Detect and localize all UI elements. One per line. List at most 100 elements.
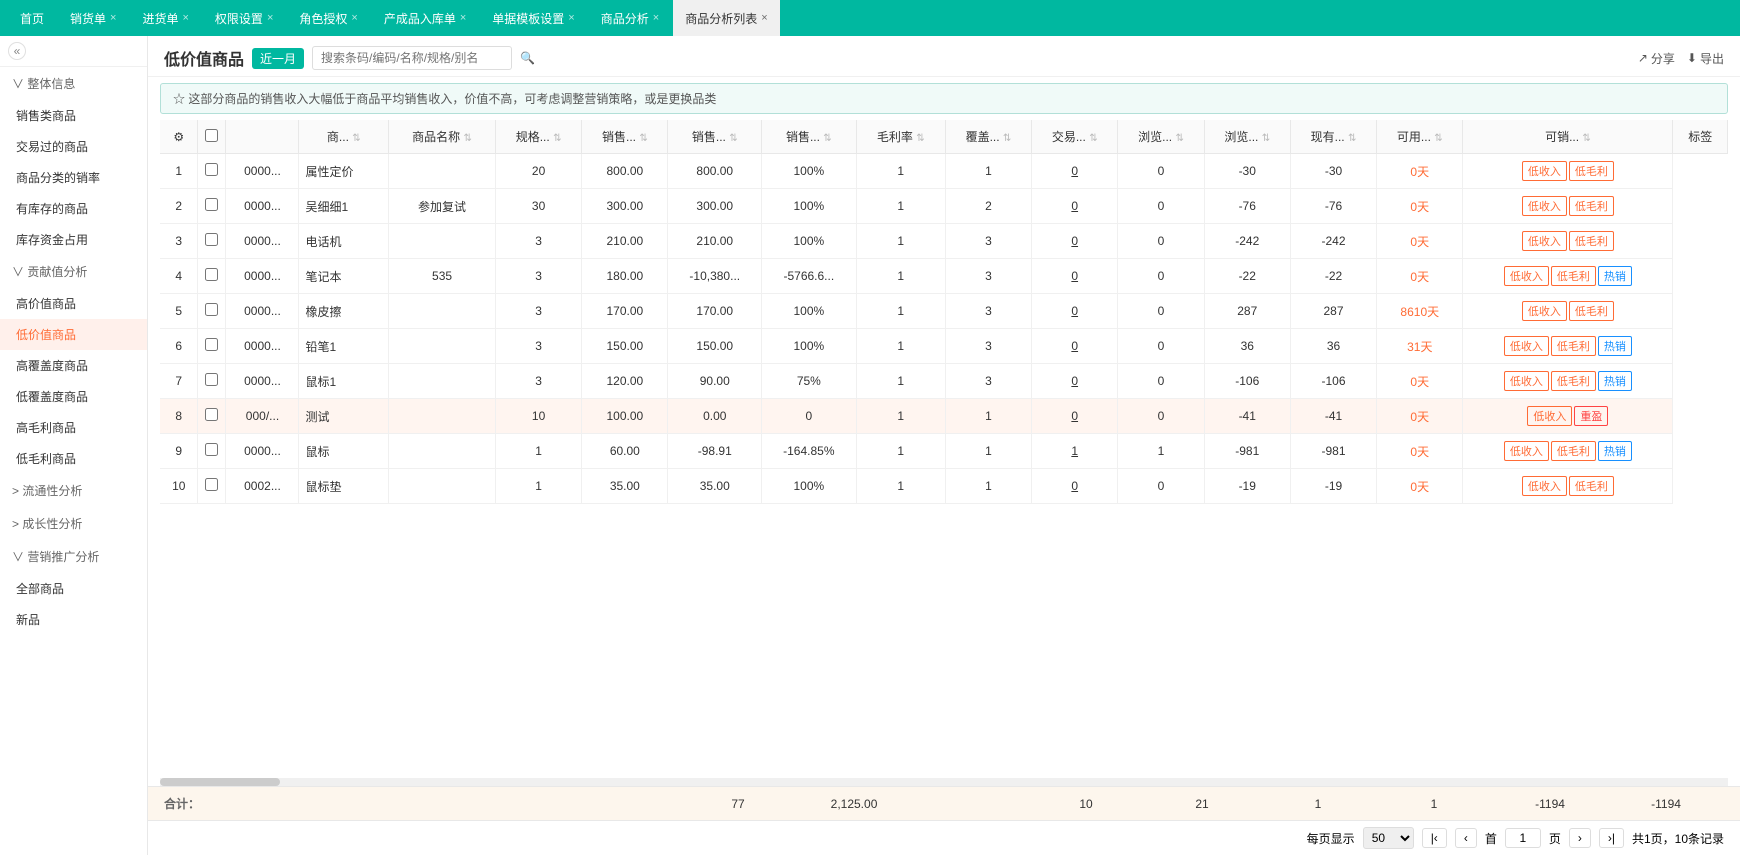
col-trade[interactable]: 交易... ⇅ <box>1032 120 1118 154</box>
nav-template[interactable]: 单据模板设置 × <box>480 0 586 36</box>
col-sales1[interactable]: 销售... ⇅ <box>582 120 668 154</box>
col-cover[interactable]: 覆盖... ⇅ <box>945 120 1031 154</box>
close-icon[interactable]: × <box>460 12 466 24</box>
close-icon[interactable]: × <box>182 12 188 24</box>
row-num: 8 <box>160 399 198 434</box>
row-checkbox[interactable] <box>205 338 218 351</box>
sidebar-item-traded-goods[interactable]: 交易过的商品 <box>0 131 147 162</box>
horizontal-scrollbar[interactable] <box>160 778 1728 786</box>
row-browse1[interactable]: 1 <box>1032 434 1118 469</box>
col-browse1[interactable]: 浏览... ⇅ <box>1118 120 1204 154</box>
sidebar-group-growth[interactable]: > 成长性分析 <box>0 507 147 540</box>
sidebar-group-marketing[interactable]: ∨ 营销推广分析 <box>0 540 147 573</box>
close-icon[interactable]: × <box>568 12 574 24</box>
col-sales3[interactable]: 销售... ⇅ <box>762 120 857 154</box>
col-code[interactable]: 商... ⇅ <box>299 120 389 154</box>
next-page-button[interactable]: › <box>1569 828 1591 848</box>
close-icon[interactable]: × <box>267 12 273 24</box>
row-checkbox[interactable] <box>205 198 218 211</box>
row-name[interactable]: 铅笔1 <box>299 329 389 364</box>
page-size-select[interactable]: 50 100 200 <box>1363 827 1414 849</box>
row-browse1[interactable]: 0 <box>1032 154 1118 189</box>
collapse-sidebar-button[interactable]: « <box>8 42 26 60</box>
sidebar-item-all-goods[interactable]: 全部商品 <box>0 573 147 604</box>
scroll-thumb[interactable] <box>160 778 280 786</box>
sidebar-group-overview[interactable]: ∨ 整体信息 <box>0 67 147 100</box>
nav-product-analysis-list[interactable]: 商品分析列表 × <box>673 0 779 36</box>
row-name[interactable]: 属性定价 <box>299 154 389 189</box>
row-name[interactable]: 橡皮擦 <box>299 294 389 329</box>
page-number-input[interactable] <box>1505 828 1541 848</box>
close-icon[interactable]: × <box>761 12 767 24</box>
col-browse2[interactable]: 浏览... ⇅ <box>1204 120 1290 154</box>
col-settings[interactable]: ⚙ <box>160 120 198 154</box>
row-checkbox[interactable] <box>205 478 218 491</box>
sidebar-item-high-margin[interactable]: 高毛利商品 <box>0 412 147 443</box>
export-button[interactable]: ⬇ 导出 <box>1687 50 1724 67</box>
nav-home[interactable]: 首页 <box>8 0 56 36</box>
col-name[interactable]: 商品名称 ⇅ <box>389 120 496 154</box>
last-page-button[interactable]: ›| <box>1599 828 1624 848</box>
row-tags: 低收入低毛利热销 <box>1463 329 1673 364</box>
sidebar-item-low-coverage[interactable]: 低覆盖度商品 <box>0 381 147 412</box>
row-checkbox[interactable] <box>205 268 218 281</box>
sidebar-group-circulation[interactable]: > 流通性分析 <box>0 474 147 507</box>
row-checkbox[interactable] <box>205 443 218 456</box>
sidebar-item-capital[interactable]: 库存资金占用 <box>0 224 147 255</box>
sidebar-item-stock-goods[interactable]: 有库存的商品 <box>0 193 147 224</box>
col-avail[interactable]: 可用... ⇅ <box>1377 120 1463 154</box>
nav-sales-order[interactable]: 销货单 × <box>58 0 128 36</box>
nav-role-auth[interactable]: 角色授权 × <box>287 0 369 36</box>
row-code: 0000... <box>226 364 299 399</box>
row-name[interactable]: 鼠标垫 <box>299 469 389 504</box>
sidebar-item-high-coverage[interactable]: 高覆盖度商品 <box>0 350 147 381</box>
close-icon[interactable]: × <box>351 12 357 24</box>
col-sellable[interactable]: 可销... ⇅ <box>1463 120 1673 154</box>
nav-purchase[interactable]: 进货单 × <box>130 0 200 36</box>
nav-product-analysis[interactable]: 商品分析 × <box>589 0 671 36</box>
close-icon[interactable]: × <box>110 12 116 24</box>
row-browse1[interactable]: 0 <box>1032 294 1118 329</box>
close-icon[interactable]: × <box>653 12 659 24</box>
col-current[interactable]: 现有... ⇅ <box>1290 120 1376 154</box>
row-browse1[interactable]: 0 <box>1032 329 1118 364</box>
row-checkbox[interactable] <box>205 408 218 421</box>
row-name[interactable]: 测试 <box>299 399 389 434</box>
sidebar-item-low-value[interactable]: 低价值商品 <box>0 319 147 350</box>
row-checkbox[interactable] <box>205 233 218 246</box>
row-avail: -19 <box>1290 469 1376 504</box>
nav-finished-goods[interactable]: 产成品入库单 × <box>372 0 478 36</box>
sidebar-group-contribution[interactable]: ∨ 贡献值分析 <box>0 255 147 288</box>
row-checkbox[interactable] <box>205 373 218 386</box>
row-name[interactable]: 吴细细1 <box>299 189 389 224</box>
sidebar-item-new-goods[interactable]: 新品 <box>0 604 147 635</box>
search-input[interactable] <box>312 46 512 70</box>
sidebar-item-category-rate[interactable]: 商品分类的销率 <box>0 162 147 193</box>
row-browse1[interactable]: 0 <box>1032 469 1118 504</box>
row-browse1[interactable]: 0 <box>1032 224 1118 259</box>
prev-page-button[interactable]: ‹ <box>1455 828 1477 848</box>
select-all-checkbox[interactable] <box>205 129 218 142</box>
sidebar-item-high-value[interactable]: 高价值商品 <box>0 288 147 319</box>
row-name[interactable]: 鼠标 <box>299 434 389 469</box>
row-name[interactable]: 笔记本 <box>299 259 389 294</box>
col-margin[interactable]: 毛利率 ⇅ <box>856 120 945 154</box>
row-browse1[interactable]: 0 <box>1032 364 1118 399</box>
col-sales2[interactable]: 销售... ⇅ <box>668 120 762 154</box>
row-browse1[interactable]: 0 <box>1032 259 1118 294</box>
search-icon[interactable]: 🔍 <box>520 51 535 65</box>
nav-permissions[interactable]: 权限设置 × <box>203 0 285 36</box>
row-name[interactable]: 鼠标1 <box>299 364 389 399</box>
first-page-button[interactable]: |‹ <box>1422 828 1447 848</box>
filter-period-button[interactable]: 近一月 <box>252 48 304 69</box>
row-browse1[interactable]: 0 <box>1032 399 1118 434</box>
sidebar-item-sales-goods[interactable]: 销售类商品 <box>0 100 147 131</box>
row-browse1[interactable]: 0 <box>1032 189 1118 224</box>
table-row: 30000...电话机3210.00210.00100%1300-242-242… <box>160 224 1728 259</box>
col-spec[interactable]: 规格... ⇅ <box>495 120 581 154</box>
row-checkbox[interactable] <box>205 303 218 316</box>
sidebar-item-low-margin[interactable]: 低毛利商品 <box>0 443 147 474</box>
row-name[interactable]: 电话机 <box>299 224 389 259</box>
row-checkbox[interactable] <box>205 163 218 176</box>
share-button[interactable]: ↗ 分享 <box>1638 50 1675 67</box>
